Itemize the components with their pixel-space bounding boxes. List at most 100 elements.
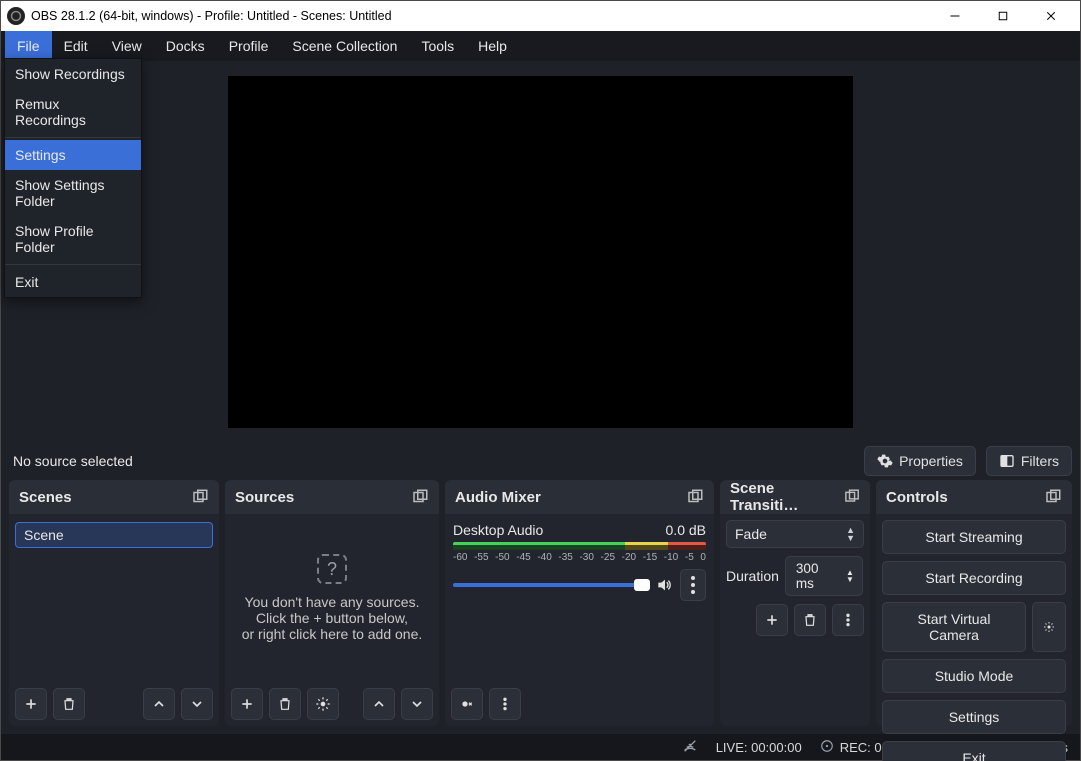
file-exit[interactable]: Exit — [5, 267, 141, 297]
tick: -60 — [453, 552, 467, 563]
tick: -10 — [664, 552, 678, 563]
tick: -25 — [601, 552, 615, 563]
window-title: OBS 28.1.2 (64-bit, windows) - Profile: … — [31, 9, 932, 23]
transition-menu-button[interactable] — [832, 604, 864, 636]
filters-button[interactable]: Filters — [986, 446, 1072, 476]
sources-empty-text: You don't have any sources. Click the + … — [242, 594, 423, 642]
audio-meter — [453, 542, 706, 550]
mixer-track-header: Desktop Audio 0.0 dB — [451, 520, 708, 538]
popout-icon[interactable] — [1044, 488, 1062, 506]
gear-icon — [877, 453, 893, 469]
menu-view[interactable]: View — [100, 31, 154, 61]
popout-icon[interactable] — [843, 488, 860, 506]
sources-list[interactable]: ? You don't have any sources. Click the … — [225, 514, 439, 682]
tick: -5 — [685, 552, 694, 563]
sources-empty-line3: or right click here to add one. — [242, 626, 423, 642]
menu-docks[interactable]: Docks — [154, 31, 217, 61]
preview-canvas[interactable] — [228, 76, 853, 428]
start-streaming-button[interactable]: Start Streaming — [882, 520, 1066, 554]
remove-source-button[interactable] — [269, 688, 301, 720]
transitions-title: Scene Transiti… — [730, 480, 843, 514]
menu-tools[interactable]: Tools — [409, 31, 466, 61]
controls-panel: Controls Start Streaming Start Recording… — [876, 480, 1072, 726]
no-source-label: No source selected — [9, 453, 133, 469]
sources-header: Sources — [225, 480, 439, 514]
add-scene-button[interactable] — [15, 688, 47, 720]
properties-button[interactable]: Properties — [864, 446, 976, 476]
start-virtual-camera-button[interactable]: Start Virtual Camera — [882, 602, 1026, 652]
move-source-down-button[interactable] — [401, 688, 433, 720]
speaker-icon[interactable] — [656, 577, 672, 593]
controls-header: Controls — [876, 480, 1072, 514]
start-recording-button[interactable]: Start Recording — [882, 561, 1066, 595]
sources-panel: Sources ? You don't have any sources. Cl… — [225, 480, 439, 726]
popout-icon[interactable] — [191, 488, 209, 506]
vcam-row: Start Virtual Camera — [882, 602, 1066, 652]
popout-icon[interactable] — [686, 488, 704, 506]
status-live: LIVE: 00:00:00 — [716, 740, 802, 755]
scenes-panel: Scenes Scene — [9, 480, 219, 726]
tick: -45 — [516, 552, 530, 563]
disk-icon — [820, 739, 834, 756]
transitions-panel: Scene Transiti… Fade ▲▼ Duration 300 ms … — [720, 480, 870, 726]
minimize-button[interactable] — [932, 1, 978, 31]
controls-body: Start Streaming Start Recording Start Vi… — [876, 514, 1072, 726]
track-menu-button[interactable] — [680, 569, 706, 601]
close-button[interactable] — [1028, 1, 1074, 31]
app-window: OBS 28.1.2 (64-bit, windows) - Profile: … — [0, 0, 1081, 761]
duration-spinbox[interactable]: 300 ms ▲▼ — [785, 556, 863, 596]
sources-footer — [225, 682, 439, 726]
filters-label: Filters — [1021, 453, 1059, 469]
file-settings[interactable]: Settings — [5, 140, 141, 170]
audio-mixer-panel: Audio Mixer Desktop Audio 0.0 dB -60 -55… — [445, 480, 714, 726]
tick: -55 — [474, 552, 488, 563]
mixer-menu-button[interactable] — [489, 688, 521, 720]
add-transition-button[interactable] — [756, 604, 788, 636]
mixer-track-level: 0.0 dB — [666, 522, 706, 538]
docks-row: Scenes Scene Sources — [5, 480, 1076, 730]
app-logo-icon — [7, 7, 25, 25]
file-show-recordings[interactable]: Show Recordings — [5, 59, 141, 89]
question-icon: ? — [317, 554, 347, 584]
move-scene-up-button[interactable] — [143, 688, 175, 720]
file-remux-recordings[interactable]: Remux Recordings — [5, 89, 141, 135]
virtual-camera-settings-button[interactable] — [1032, 602, 1066, 652]
source-properties-button[interactable] — [307, 688, 339, 720]
popout-icon[interactable] — [411, 488, 429, 506]
move-source-up-button[interactable] — [363, 688, 395, 720]
scenes-list[interactable]: Scene — [9, 514, 219, 682]
remove-transition-button[interactable] — [794, 604, 826, 636]
file-show-settings-folder[interactable]: Show Settings Folder — [5, 170, 141, 216]
menu-help[interactable]: Help — [466, 31, 519, 61]
mixer-header: Audio Mixer — [445, 480, 714, 514]
scene-item[interactable]: Scene — [15, 522, 213, 548]
duration-value: 300 ms — [796, 561, 840, 591]
settings-button[interactable]: Settings — [882, 700, 1066, 734]
menu-profile[interactable]: Profile — [217, 31, 281, 61]
scenes-title: Scenes — [19, 489, 72, 506]
main-area: No source selected Properties Filters Sc… — [1, 61, 1080, 734]
tick: -15 — [643, 552, 657, 563]
studio-mode-button[interactable]: Studio Mode — [882, 659, 1066, 693]
tick: -35 — [558, 552, 572, 563]
menu-file[interactable]: File — [5, 31, 52, 61]
window-titlebar: OBS 28.1.2 (64-bit, windows) - Profile: … — [1, 1, 1080, 31]
file-show-profile-folder[interactable]: Show Profile Folder — [5, 216, 141, 262]
add-source-button[interactable] — [231, 688, 263, 720]
scenes-footer — [9, 682, 219, 726]
menu-scene-collection[interactable]: Scene Collection — [280, 31, 409, 61]
sources-empty-line2: Click the + button below, — [242, 610, 423, 626]
exit-button[interactable]: Exit — [882, 741, 1066, 761]
tick: 0 — [700, 552, 706, 563]
filters-icon — [999, 453, 1015, 469]
move-scene-down-button[interactable] — [181, 688, 213, 720]
mixer-settings-button[interactable] — [451, 688, 483, 720]
volume-slider[interactable] — [453, 583, 648, 587]
transition-select[interactable]: Fade ▲▼ — [726, 520, 864, 548]
duration-label: Duration — [726, 568, 779, 584]
remove-scene-button[interactable] — [53, 688, 85, 720]
menu-edit[interactable]: Edit — [52, 31, 100, 61]
menu-separator — [5, 137, 141, 138]
file-dropdown: Show Recordings Remux Recordings Setting… — [4, 58, 142, 298]
maximize-button[interactable] — [980, 1, 1026, 31]
